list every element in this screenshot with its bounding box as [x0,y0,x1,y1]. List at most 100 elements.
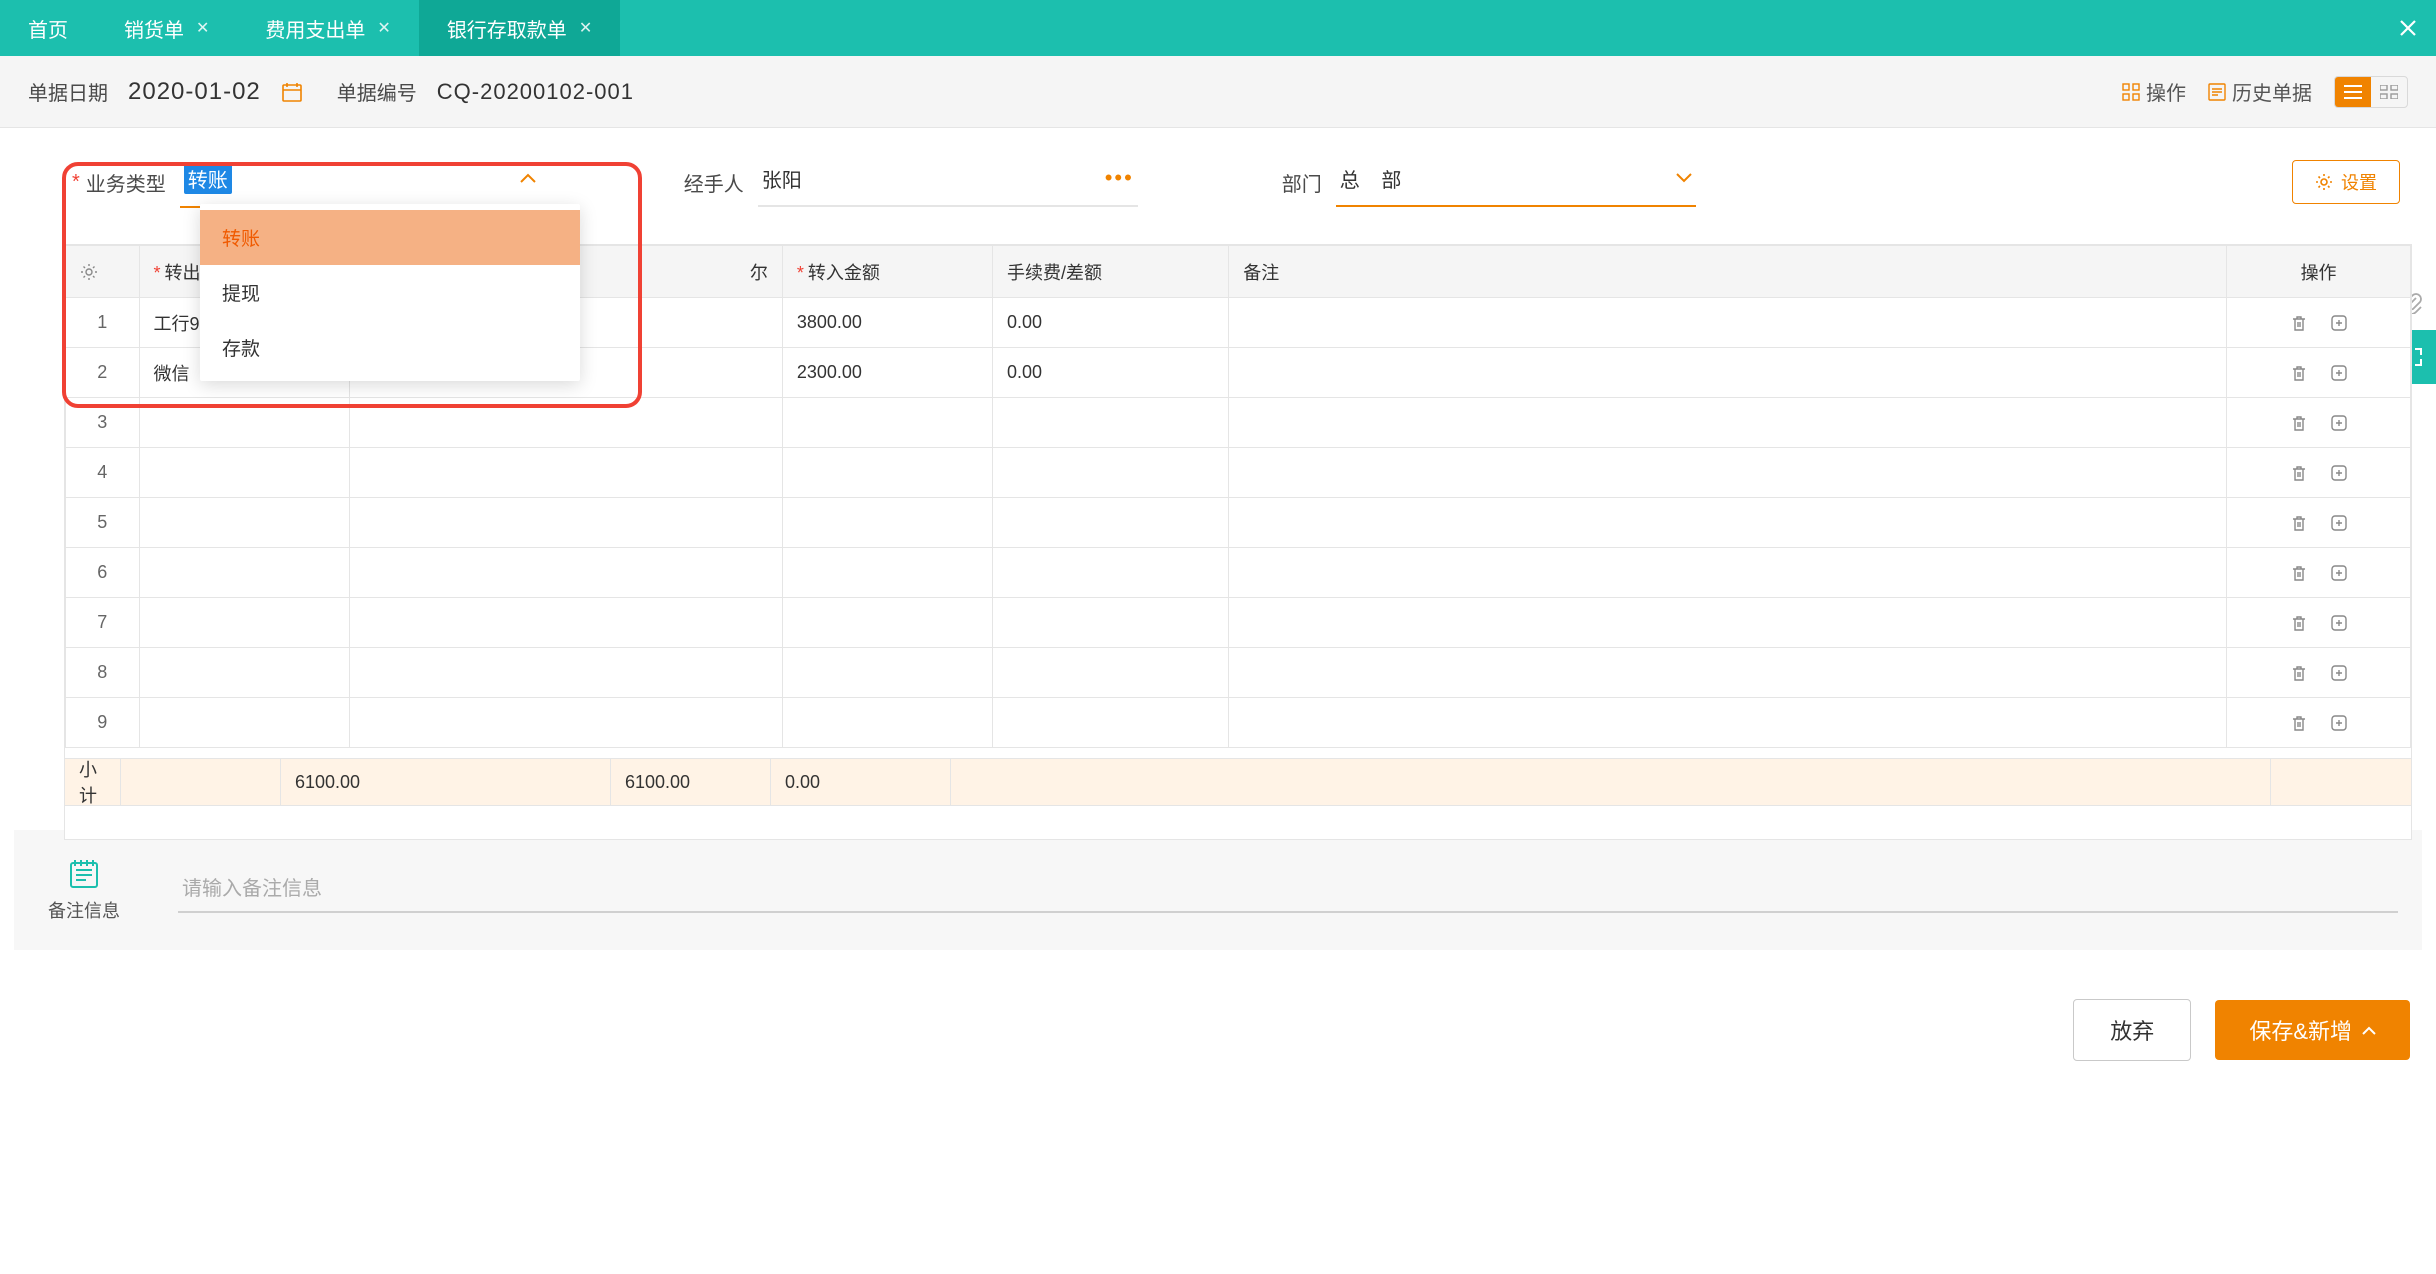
cell-hidden[interactable] [349,498,782,548]
delete-row-icon[interactable] [2290,664,2308,682]
toolbar: 单据日期 2020-01-02 单据编号 CQ-20200102-001 操作 … [0,56,2436,128]
dropdown-option-transfer[interactable]: 转账 [200,210,580,265]
cell-hidden[interactable] [349,598,782,648]
add-row-icon[interactable] [2330,364,2348,382]
view-list-button[interactable] [2335,77,2371,107]
cell-in-amount[interactable] [782,498,992,548]
add-row-icon[interactable] [2330,664,2348,682]
window-close-button[interactable] [2380,0,2436,56]
cell-in-amount[interactable] [782,398,992,448]
settings-button[interactable]: 设置 [2292,160,2400,204]
tab-bank-deposit[interactable]: 银行存取款单 ✕ [419,0,620,56]
table-row[interactable]: 7 [66,598,2411,648]
tab-sales-order[interactable]: 销货单 ✕ [96,0,237,56]
cell-remark[interactable] [1229,448,2227,498]
cell-fee[interactable] [992,598,1228,648]
cell-in-amount[interactable] [782,698,992,748]
doc-no-label: 单据编号 [337,77,417,106]
calendar-icon[interactable] [281,81,303,103]
tab-expense[interactable]: 费用支出单 ✕ [237,0,418,56]
close-icon[interactable]: ✕ [196,18,209,38]
cell-fee[interactable] [992,498,1228,548]
dropdown-option-deposit[interactable]: 存款 [200,320,580,375]
delete-row-icon[interactable] [2290,414,2308,432]
delete-row-icon[interactable] [2290,314,2308,332]
cell-out-account[interactable] [139,598,349,648]
cell-hidden[interactable] [349,398,782,448]
view-grid-button[interactable] [2371,77,2407,107]
table-row[interactable]: 9 [66,698,2411,748]
actions-button[interactable]: 操作 [2122,77,2186,106]
cell-hidden[interactable] [349,448,782,498]
cell-in-amount[interactable]: 2300.00 [782,348,992,398]
subtotal-fee: 0.00 [785,772,820,793]
cell-remark[interactable] [1229,498,2227,548]
delete-row-icon[interactable] [2290,614,2308,632]
cell-out-account[interactable] [139,698,349,748]
cell-remark[interactable] [1229,648,2227,698]
close-icon[interactable]: ✕ [377,18,390,38]
table-row[interactable]: 5 [66,498,2411,548]
cell-remark[interactable] [1229,348,2227,398]
dept-select[interactable]: 总 部 [1336,158,1696,207]
dropdown-option-withdraw[interactable]: 提现 [200,265,580,320]
history-label: 历史单据 [2232,77,2312,106]
table-row[interactable]: 8 [66,648,2411,698]
cell-in-amount[interactable] [782,548,992,598]
cell-remark[interactable] [1229,598,2227,648]
cell-in-amount[interactable]: 3800.00 [782,298,992,348]
cell-in-amount[interactable] [782,598,992,648]
add-row-icon[interactable] [2330,714,2348,732]
col-actions: 操作 [2227,246,2411,298]
cell-hidden[interactable] [349,648,782,698]
delete-row-icon[interactable] [2290,464,2308,482]
add-row-icon[interactable] [2330,514,2348,532]
add-row-icon[interactable] [2330,464,2348,482]
more-icon[interactable]: ••• [1105,165,1134,191]
table-row[interactable]: 3 [66,398,2411,448]
cell-out-account[interactable] [139,498,349,548]
cell-remark[interactable] [1229,698,2227,748]
delete-row-icon[interactable] [2290,714,2308,732]
save-and-new-button[interactable]: 保存&新增 [2215,1000,2410,1060]
delete-row-icon[interactable] [2290,364,2308,382]
remarks-input[interactable] [178,868,2398,913]
cell-out-account[interactable] [139,648,349,698]
cell-fee[interactable]: 0.00 [992,348,1228,398]
cell-fee[interactable] [992,548,1228,598]
delete-row-icon[interactable] [2290,514,2308,532]
history-button[interactable]: 历史单据 [2208,77,2312,106]
tab-label: 银行存取款单 [447,14,567,43]
cell-remark[interactable] [1229,548,2227,598]
cell-fee[interactable] [992,398,1228,448]
cell-fee[interactable] [992,698,1228,748]
add-row-icon[interactable] [2330,414,2348,432]
table-row[interactable]: 6 [66,548,2411,598]
discard-button[interactable]: 放弃 [2073,999,2191,1061]
table-row[interactable]: 4 [66,448,2411,498]
cell-fee[interactable] [992,448,1228,498]
cell-fee[interactable]: 0.00 [992,298,1228,348]
tab-home[interactable]: 首页 [0,0,96,56]
business-type-select[interactable]: 转账 [180,157,540,208]
cell-in-amount[interactable] [782,648,992,698]
cell-hidden[interactable] [349,548,782,598]
delete-row-icon[interactable] [2290,564,2308,582]
cell-fee[interactable] [992,648,1228,698]
add-row-icon[interactable] [2330,614,2348,632]
cell-in-amount[interactable] [782,448,992,498]
grid-icon [2122,83,2140,101]
cell-out-account[interactable] [139,448,349,498]
add-row-icon[interactable] [2330,564,2348,582]
add-row-icon[interactable] [2330,314,2348,332]
cell-hidden[interactable] [349,698,782,748]
field-label: 部门 [1282,168,1322,197]
column-config[interactable] [66,246,140,298]
cell-out-account[interactable] [139,548,349,598]
close-icon[interactable]: ✕ [579,18,592,38]
cell-remark[interactable] [1229,298,2227,348]
date-value[interactable]: 2020-01-02 [128,78,261,106]
cell-remark[interactable] [1229,398,2227,448]
cell-out-account[interactable] [139,398,349,448]
handler-input[interactable]: 张阳 ••• [758,158,1138,207]
